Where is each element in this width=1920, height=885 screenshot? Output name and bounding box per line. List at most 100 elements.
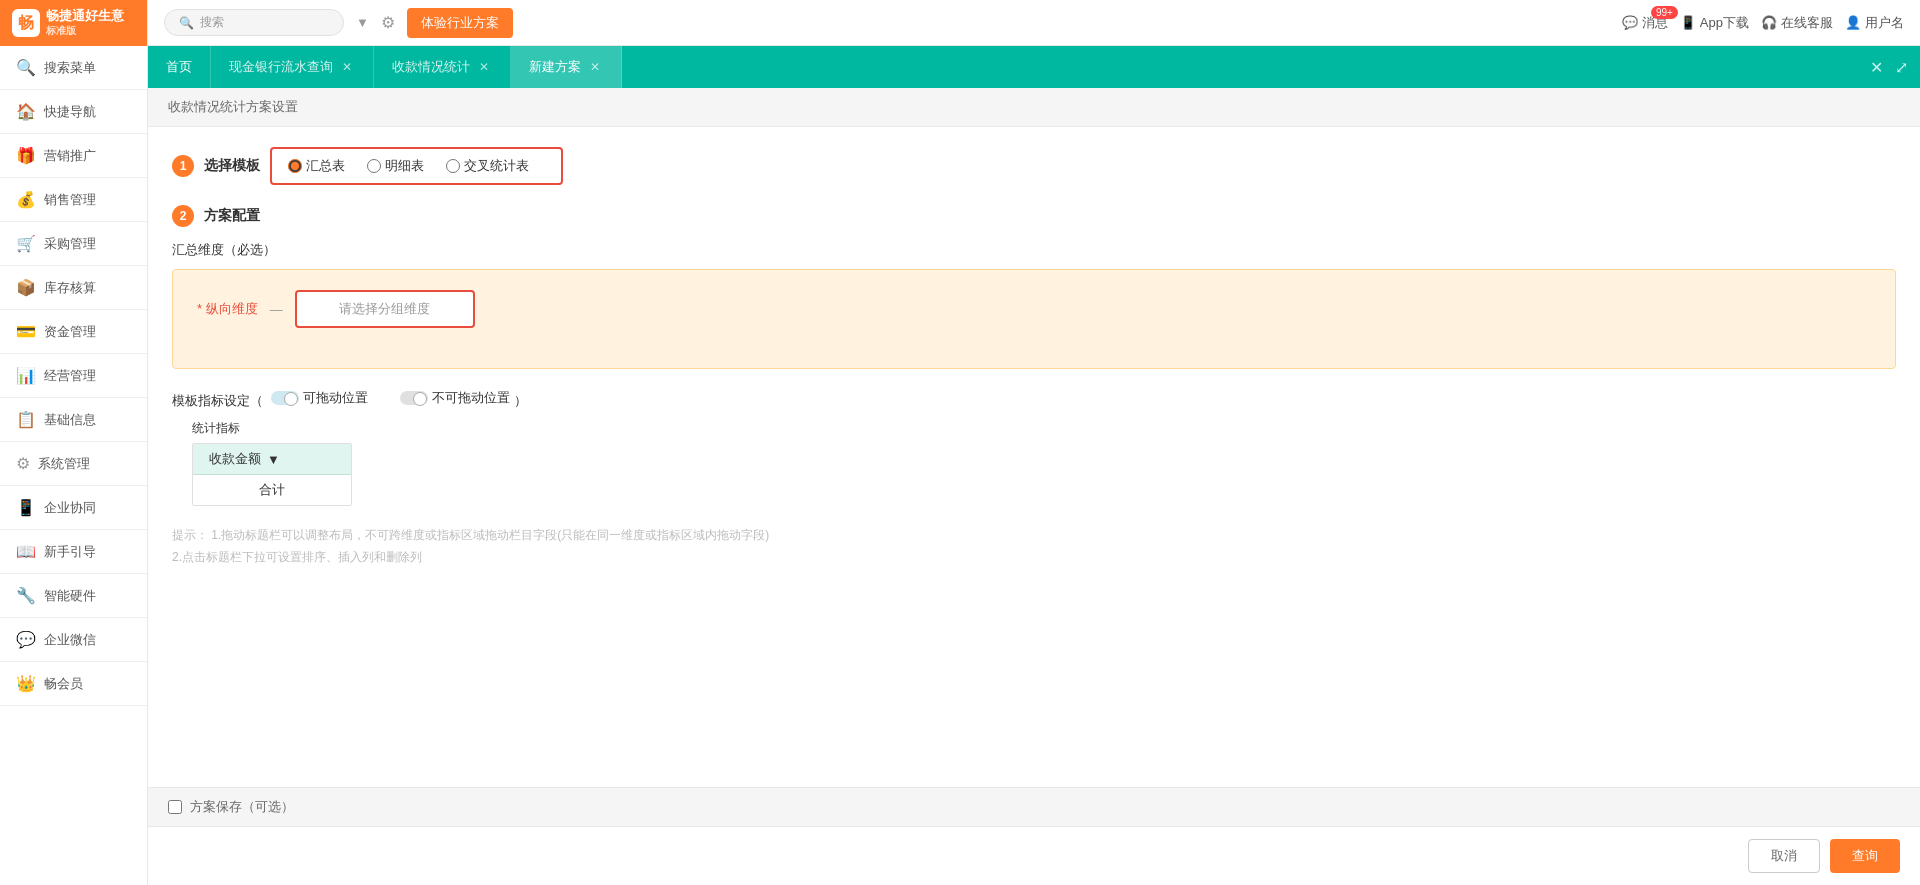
tips-line2: 2.点击标题栏下拉可设置排序、插入列和删除列 xyxy=(172,547,1896,569)
finance-icon: 💳 xyxy=(16,322,36,341)
wechat-icon: 💬 xyxy=(16,630,36,649)
quick-nav-icon: 🏠 xyxy=(16,102,36,121)
tab-new-plan-label: 新建方案 xyxy=(529,58,581,76)
dimension-row: * 纵向维度 — 请选择分组维度 xyxy=(197,290,1871,328)
member-icon: 👑 xyxy=(16,674,36,693)
step2-section: 2 方案配置 汇总维度（必选） * 纵向维度 — 请选择分组维度 xyxy=(172,205,1896,568)
radio-crosstab[interactable]: 交叉统计表 xyxy=(446,157,529,175)
sales-icon: 💰 xyxy=(16,190,36,209)
sidebar-item-purchase[interactable]: 🛒 采购管理 xyxy=(0,222,147,266)
indicator-table-row: 合计 xyxy=(193,475,351,505)
search-icon: 🔍 xyxy=(179,16,194,30)
indicator-table-header: 收款金额 ▼ xyxy=(193,444,351,475)
non-draggable-toggle[interactable] xyxy=(400,391,428,405)
query-button[interactable]: 查询 xyxy=(1830,839,1900,873)
sidebar-item-newbie[interactable]: 📖 新手引导 xyxy=(0,530,147,574)
vertical-label: * 纵向维度 xyxy=(197,300,258,318)
radio-detail[interactable]: 明细表 xyxy=(367,157,424,175)
sidebar-item-label: 资金管理 xyxy=(44,323,96,341)
tab-expand-icon[interactable]: ⤢ xyxy=(1895,58,1908,77)
sidebar-item-basic-info[interactable]: 📋 基础信息 xyxy=(0,398,147,442)
sidebar-item-marketing[interactable]: 🎁 营销推广 xyxy=(0,134,147,178)
tabbar: 首页 现金银行流水查询 ✕ 收款情况统计 ✕ 新建方案 ✕ ✕ ⤢ xyxy=(148,46,1920,88)
user-btn[interactable]: 👤 用户名 xyxy=(1845,14,1904,32)
tab-collection-stat-close[interactable]: ✕ xyxy=(476,59,492,75)
footer: 方案保存（可选） xyxy=(148,787,1920,826)
sidebar-item-system[interactable]: ⚙ 系统管理 xyxy=(0,442,147,486)
logo-icon: 畅 xyxy=(12,9,40,37)
indicator-header: 模板指标设定（ 可拖动位置 不可拖动位置 ） xyxy=(172,389,1896,410)
user-icon: 👤 xyxy=(1845,15,1861,30)
topbar: 🔍 搜索 ▼ ⚙ 体验行业方案 💬 消息 99+ 📱 App下载 🎧 在线客服 … xyxy=(148,0,1920,46)
sidebar-item-sales[interactable]: 💰 销售管理 xyxy=(0,178,147,222)
sidebar-item-member[interactable]: 👑 畅会员 xyxy=(0,662,147,706)
non-draggable-label: 不可拖动位置 xyxy=(400,389,510,407)
search-box[interactable]: 🔍 搜索 xyxy=(164,9,344,36)
app-icon: 📱 xyxy=(1680,15,1696,30)
step2-title: 方案配置 xyxy=(204,207,260,225)
sidebar: 畅 畅捷通好生意 标准版 🔍 搜索菜单 🏠 快捷导航 🎁 营销推广 💰 销售管理… xyxy=(0,0,148,885)
radio-summary-input[interactable] xyxy=(288,159,302,173)
sidebar-item-label: 快捷导航 xyxy=(44,103,96,121)
dimension-select[interactable]: 请选择分组维度 xyxy=(295,290,475,328)
content-area: 收款情况统计方案设置 1 选择模板 汇总表 明细表 xyxy=(148,88,1920,885)
enterprise-icon: 📱 xyxy=(16,498,36,517)
settings-icon[interactable]: ⚙ xyxy=(381,13,395,32)
radio-crosstab-input[interactable] xyxy=(446,159,460,173)
cancel-button[interactable]: 取消 xyxy=(1748,839,1820,873)
tab-home[interactable]: 首页 xyxy=(148,46,211,88)
sidebar-item-finance[interactable]: 💳 资金管理 xyxy=(0,310,147,354)
indicator-col-dropdown[interactable]: ▼ xyxy=(267,452,280,467)
marketing-icon: 🎁 xyxy=(16,146,36,165)
indicator-col-label: 收款金额 xyxy=(209,450,261,468)
content-body: 1 选择模板 汇总表 明细表 交叉统计表 xyxy=(148,127,1920,787)
system-icon: ⚙ xyxy=(16,454,30,473)
inventory-icon: 📦 xyxy=(16,278,36,297)
sidebar-item-operation[interactable]: 📊 经营管理 xyxy=(0,354,147,398)
step2-header: 2 方案配置 xyxy=(172,205,1896,227)
sidebar-item-label: 智能硬件 xyxy=(44,587,96,605)
sidebar-item-smart-hw[interactable]: 🔧 智能硬件 xyxy=(0,574,147,618)
app-download-btn[interactable]: 📱 App下载 xyxy=(1680,14,1749,32)
tab-home-label: 首页 xyxy=(166,58,192,76)
logo-version: 标准版 xyxy=(46,24,124,38)
dimension-section: 汇总维度（必选） * 纵向维度 — 请选择分组维度 模板指标设定（ xyxy=(172,241,1896,568)
tab-bank-flow-close[interactable]: ✕ xyxy=(339,59,355,75)
sidebar-item-wechat[interactable]: 💬 企业微信 xyxy=(0,618,147,662)
dimension-area: * 纵向维度 — 请选择分组维度 xyxy=(172,269,1896,369)
tab-new-plan[interactable]: 新建方案 ✕ xyxy=(511,46,622,88)
save-plan-checkbox[interactable] xyxy=(168,800,182,814)
topbar-dropdown-icon[interactable]: ▼ xyxy=(356,15,369,30)
user-label: 用户名 xyxy=(1865,14,1904,32)
radio-detail-input[interactable] xyxy=(367,159,381,173)
online-service-label: 在线客服 xyxy=(1781,14,1833,32)
radio-summary[interactable]: 汇总表 xyxy=(288,157,345,175)
operation-icon: 📊 xyxy=(16,366,36,385)
sidebar-item-inventory[interactable]: 📦 库存核算 xyxy=(0,266,147,310)
search-placeholder: 搜索 xyxy=(200,14,224,31)
sidebar-item-label: 采购管理 xyxy=(44,235,96,253)
sidebar-item-search-menu[interactable]: 🔍 搜索菜单 xyxy=(0,46,147,90)
online-service-btn[interactable]: 🎧 在线客服 xyxy=(1761,14,1833,32)
sidebar-item-label: 新手引导 xyxy=(44,543,96,561)
step1-num: 1 xyxy=(172,155,194,177)
save-plan-label: 方案保存（可选） xyxy=(190,798,294,816)
draggable-toggle[interactable] xyxy=(271,391,299,405)
sidebar-item-label: 经营管理 xyxy=(44,367,96,385)
message-btn[interactable]: 💬 消息 99+ xyxy=(1622,14,1668,32)
tips-line1: 提示： 1.拖动标题栏可以调整布局，不可跨维度或指标区域拖动栏目字段(只能在同一… xyxy=(172,525,1896,547)
tab-collection-stat[interactable]: 收款情况统计 ✕ xyxy=(374,46,511,88)
tab-bank-flow[interactable]: 现金银行流水查询 ✕ xyxy=(211,46,374,88)
tab-close-all-icon[interactable]: ✕ xyxy=(1870,58,1883,77)
industry-btn[interactable]: 体验行业方案 xyxy=(407,8,513,38)
sidebar-item-enterprise[interactable]: 📱 企业协同 xyxy=(0,486,147,530)
sidebar-item-label: 系统管理 xyxy=(38,455,90,473)
radio-crosstab-label: 交叉统计表 xyxy=(464,157,529,175)
sidebar-item-label: 基础信息 xyxy=(44,411,96,429)
dimension-arrow: — xyxy=(270,302,283,317)
radio-summary-label: 汇总表 xyxy=(306,157,345,175)
sidebar-item-quick-nav[interactable]: 🏠 快捷导航 xyxy=(0,90,147,134)
stat-indicator-label: 统计指标 xyxy=(192,420,1896,437)
tab-new-plan-close[interactable]: ✕ xyxy=(587,59,603,75)
indicator-table: 收款金额 ▼ 合计 xyxy=(192,443,352,506)
